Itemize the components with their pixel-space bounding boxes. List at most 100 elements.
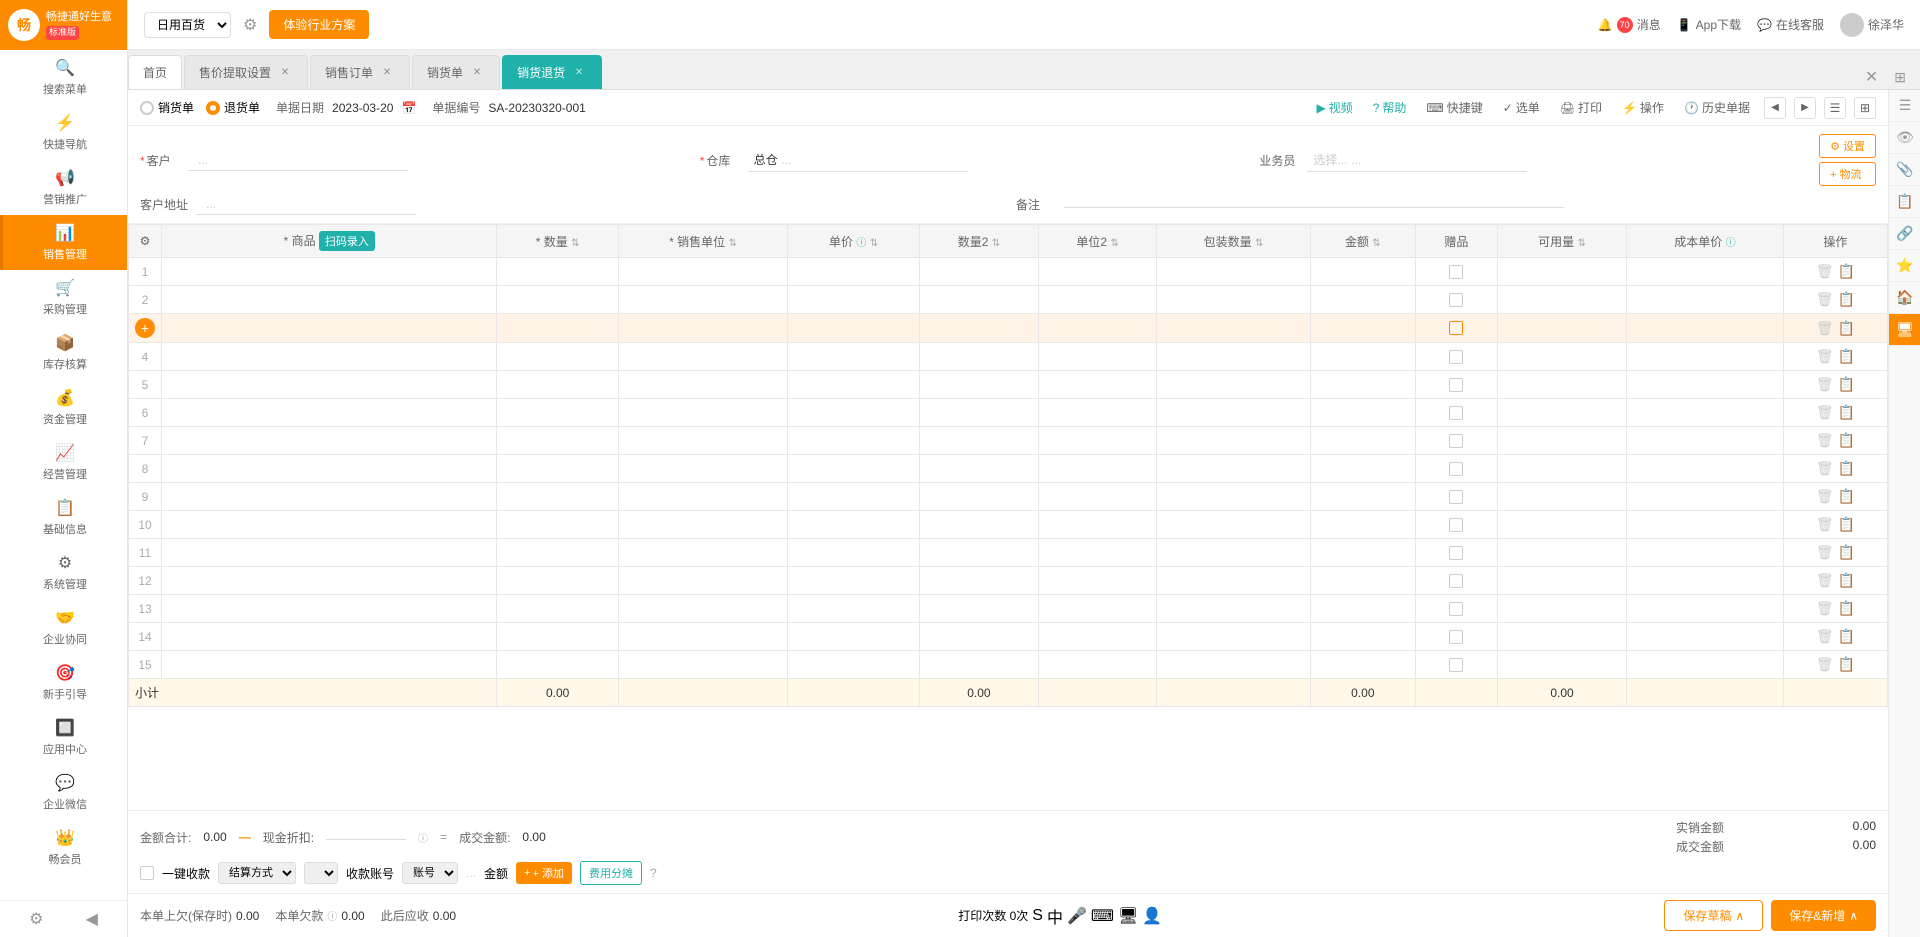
tab-home[interactable]: 首页: [128, 55, 182, 89]
delete-icon-6[interactable]: 🗑: [1816, 404, 1834, 421]
copy-icon-3[interactable]: 📋: [1838, 320, 1855, 337]
discount-input[interactable]: [326, 835, 406, 840]
radio-return[interactable]: 退货单: [206, 99, 260, 116]
sidebar-item-business[interactable]: 📈经营管理: [0, 435, 127, 490]
delete-icon-4[interactable]: 🗑: [1816, 348, 1834, 365]
select-btn[interactable]: ✓ 选单: [1497, 96, 1546, 119]
address-input[interactable]: ...: [196, 194, 416, 215]
save-draft-btn[interactable]: 保存草稿 ∧: [1664, 900, 1763, 931]
industry-select[interactable]: 日用百货: [144, 12, 231, 38]
delete-icon-1[interactable]: 🗑: [1816, 263, 1834, 280]
tab-sales-return[interactable]: 销货退货✕: [502, 55, 602, 89]
list-view-btn[interactable]: ☰: [1824, 97, 1846, 119]
one-click-checkbox[interactable]: [140, 866, 154, 880]
sidebar-item-enterprise[interactable]: 🤝企业协同: [0, 600, 127, 655]
history-btn[interactable]: 🕐 历史单据: [1678, 96, 1756, 119]
keyboard-icon[interactable]: ⌨: [1091, 906, 1114, 926]
delete-icon-3[interactable]: 🗑: [1816, 320, 1834, 337]
gift-checkbox-8[interactable]: [1449, 462, 1463, 476]
video-btn[interactable]: ▶ 视频: [1310, 96, 1358, 119]
sidebar-item-apps[interactable]: 🔲应用中心: [0, 710, 127, 765]
gift-checkbox-7[interactable]: [1449, 434, 1463, 448]
tab-price-settings[interactable]: 售价提取设置✕: [184, 55, 308, 89]
right-panel-icon-4[interactable]: 📋: [1889, 186, 1920, 218]
gift-checkbox-14[interactable]: [1449, 630, 1463, 644]
copy-icon-6[interactable]: 📋: [1838, 404, 1855, 421]
sidebar-item-guide[interactable]: 🎯新手引导: [0, 655, 127, 710]
sidebar-item-promotion[interactable]: 📢营销推广: [0, 160, 127, 215]
delete-icon-11[interactable]: 🗑: [1816, 544, 1834, 561]
copy-icon-2[interactable]: 📋: [1838, 291, 1855, 308]
next-record-btn[interactable]: ▶: [1794, 97, 1816, 119]
delete-icon-10[interactable]: 🗑: [1816, 516, 1834, 533]
settings-btn[interactable]: ⚙ 设置: [1819, 134, 1876, 158]
copy-icon-8[interactable]: 📋: [1838, 460, 1855, 477]
account-select[interactable]: 账号: [402, 862, 458, 884]
delete-icon-12[interactable]: 🗑: [1816, 572, 1834, 589]
chinese-icon[interactable]: 中: [1047, 904, 1063, 928]
gift-checkbox-15[interactable]: [1449, 658, 1463, 672]
delete-icon-9[interactable]: 🗑: [1816, 488, 1834, 505]
print-btn[interactable]: 🖨 打印: [1554, 96, 1608, 119]
tab-sales-delivery[interactable]: 销货单✕: [412, 55, 500, 89]
split-help-icon[interactable]: ?: [650, 866, 657, 880]
right-panel-icon-7[interactable]: 🏠: [1889, 282, 1920, 314]
delete-icon-7[interactable]: 🗑: [1816, 432, 1834, 449]
gift-checkbox-10[interactable]: [1449, 518, 1463, 532]
person-icon[interactable]: 👤: [1142, 906, 1162, 926]
gift-checkbox-4[interactable]: [1449, 350, 1463, 364]
discount-info-icon[interactable]: ⓘ: [418, 830, 428, 845]
maximize-btn[interactable]: ⊞: [1888, 67, 1912, 88]
sidebar-item-search[interactable]: 🔍搜索菜单: [0, 50, 127, 105]
tab-close-sales-return[interactable]: ✕: [571, 65, 587, 81]
gift-checkbox-2[interactable]: [1449, 293, 1463, 307]
operate-btn[interactable]: ⚡ 操作: [1616, 96, 1670, 119]
copy-icon-13[interactable]: 📋: [1838, 600, 1855, 617]
th-settings[interactable]: ⚙: [129, 225, 162, 258]
calendar-icon[interactable]: 📅: [401, 101, 416, 115]
mic-icon[interactable]: 🎤: [1067, 906, 1087, 926]
collapse-icon[interactable]: ◀: [86, 909, 98, 929]
logistics-btn[interactable]: + 物流: [1819, 162, 1876, 186]
gift-checkbox-13[interactable]: [1449, 602, 1463, 616]
gift-checkbox-3[interactable]: [1449, 321, 1463, 335]
delete-icon-8[interactable]: 🗑: [1816, 460, 1834, 477]
staff-input[interactable]: 选择... ...: [1307, 148, 1527, 172]
copy-icon-11[interactable]: 📋: [1838, 544, 1855, 561]
copy-icon-14[interactable]: 📋: [1838, 628, 1855, 645]
delete-icon-2[interactable]: 🗑: [1816, 291, 1834, 308]
gift-checkbox-11[interactable]: [1449, 546, 1463, 560]
scan-btn[interactable]: 扫码录入: [319, 231, 375, 251]
note-input[interactable]: [1064, 201, 1564, 208]
delete-icon-14[interactable]: 🗑: [1816, 628, 1834, 645]
gift-checkbox-6[interactable]: [1449, 406, 1463, 420]
gift-checkbox-1[interactable]: [1449, 265, 1463, 279]
online-service-btn[interactable]: 💬 在线客服: [1757, 16, 1824, 33]
tab-close-sales-order[interactable]: ✕: [379, 65, 395, 81]
tab-close-sales-delivery[interactable]: ✕: [469, 65, 485, 81]
customer-input[interactable]: ...: [188, 150, 408, 171]
copy-icon-9[interactable]: 📋: [1838, 488, 1855, 505]
split-btn[interactable]: 费用分摊: [580, 861, 642, 885]
delete-icon-13[interactable]: 🗑: [1816, 600, 1834, 617]
debt-info-icon[interactable]: ⓘ: [327, 908, 337, 923]
grid-view-btn[interactable]: ⊞: [1854, 97, 1876, 119]
add-payment-btn[interactable]: + + 添加: [516, 862, 572, 884]
method-select2[interactable]: [304, 862, 338, 884]
sidebar-item-system[interactable]: ⚙系统管理: [0, 545, 127, 600]
copy-icon-4[interactable]: 📋: [1838, 348, 1855, 365]
close-tab-btn[interactable]: ✕: [1859, 65, 1884, 89]
gift-checkbox-5[interactable]: [1449, 378, 1463, 392]
prev-record-btn[interactable]: ◀: [1764, 97, 1786, 119]
experience-btn[interactable]: 体验行业方案: [269, 10, 369, 39]
tab-close-price-settings[interactable]: ✕: [277, 65, 293, 81]
right-panel-icon-1[interactable]: ☰: [1889, 90, 1920, 122]
copy-icon-12[interactable]: 📋: [1838, 572, 1855, 589]
gift-checkbox-9[interactable]: [1449, 490, 1463, 504]
help-btn[interactable]: ? 帮助: [1367, 96, 1413, 119]
radio-sales[interactable]: 销货单: [140, 99, 194, 116]
copy-icon-15[interactable]: 📋: [1838, 656, 1855, 673]
copy-icon-10[interactable]: 📋: [1838, 516, 1855, 533]
delete-icon-5[interactable]: 🗑: [1816, 376, 1834, 393]
settings-icon[interactable]: ⚙: [29, 909, 43, 929]
